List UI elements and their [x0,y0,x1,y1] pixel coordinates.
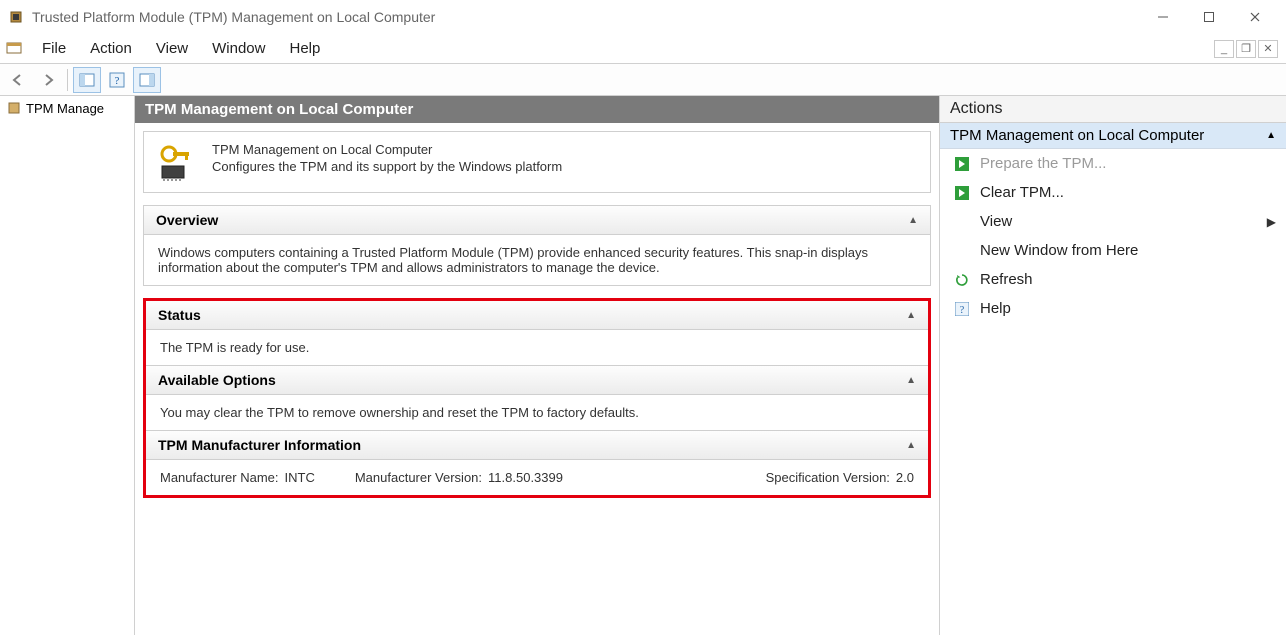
menu-window[interactable]: Window [200,36,277,61]
overview-section: Overview ▲ Windows computers containing … [143,205,931,286]
show-hide-tree-button[interactable] [73,67,101,93]
tree-root-node[interactable]: TPM Manage [0,98,134,118]
toolbar: ? [0,64,1286,96]
back-button[interactable] [4,67,32,93]
arrow-right-green-icon [954,156,970,172]
tpm-node-icon [6,100,22,116]
mdi-restore-button[interactable]: ❐ [1236,40,1256,58]
actions-pane: Actions TPM Management on Local Computer… [940,96,1286,635]
mdi-close-button[interactable]: ✕ [1258,40,1278,58]
menu-bar: File Action View Window Help _ ❐ ✕ [0,34,1286,64]
actions-title: Actions [940,96,1286,123]
highlighted-sections: Status ▲ The TPM is ready for use. Avail… [143,298,931,498]
specification-version-value: 2.0 [896,470,914,485]
action-prepare-tpm: Prepare the TPM... [940,149,1286,178]
manufacturer-name-value: INTC [285,470,315,485]
mdi-minimize-button[interactable]: _ [1214,40,1234,58]
tree-root-label: TPM Manage [26,101,104,116]
intro-subtitle: Configures the TPM and its support by th… [212,159,562,174]
overview-header[interactable]: Overview ▲ [144,206,930,235]
key-chip-icon [156,142,196,182]
action-label: View [980,213,1012,230]
manufacturer-heading: TPM Manufacturer Information [158,437,361,453]
blank-icon [954,214,970,230]
svg-text:?: ? [115,75,120,87]
manufacturer-name-label: Manufacturer Name: [160,470,279,485]
menu-help[interactable]: Help [277,36,332,61]
action-help[interactable]: ? Help [940,294,1286,323]
forward-button[interactable] [34,67,62,93]
action-view[interactable]: View ▶ [940,207,1286,236]
svg-text:?: ? [960,305,965,316]
menu-action[interactable]: Action [78,36,144,61]
collapse-icon: ▲ [906,375,916,386]
menu-file[interactable]: File [30,36,78,61]
action-label: Prepare the TPM... [980,155,1106,172]
collapse-icon: ▲ [906,440,916,451]
result-pane: TPM Management on Local Computer [135,96,940,635]
collapse-icon: ▲ [906,310,916,321]
result-header: TPM Management on Local Computer [135,96,939,123]
action-label: Help [980,300,1011,317]
available-options-header[interactable]: Available Options ▲ [146,366,928,395]
help-icon: ? [954,301,970,317]
minimize-button[interactable] [1140,2,1186,32]
manufacturer-section: TPM Manufacturer Information ▲ Manufactu… [146,431,928,495]
window-title: Trusted Platform Module (TPM) Management… [32,9,435,25]
help-button[interactable]: ? [103,67,131,93]
blank-icon [954,243,970,259]
console-tree-pane: TPM Manage [0,96,135,635]
specification-version-label: Specification Version: [766,470,890,485]
show-hide-action-pane-button[interactable] [133,67,161,93]
manufacturer-version-label: Manufacturer Version: [355,470,482,485]
tpm-chip-icon [8,9,24,25]
title-bar: Trusted Platform Module (TPM) Management… [0,0,1286,34]
submenu-arrow-icon: ▶ [1267,215,1276,229]
action-label: Clear TPM... [980,184,1064,201]
actions-context-label: TPM Management on Local Computer [950,127,1204,144]
mmc-console-icon [4,39,24,59]
available-options-heading: Available Options [158,372,276,388]
arrow-right-green-icon [954,185,970,201]
actions-context-header[interactable]: TPM Management on Local Computer ▲ [940,123,1286,149]
menu-view[interactable]: View [144,36,200,61]
status-section: Status ▲ The TPM is ready for use. [146,301,928,366]
intro-title: TPM Management on Local Computer [212,142,562,157]
available-options-body: You may clear the TPM to remove ownershi… [146,395,928,430]
action-refresh[interactable]: Refresh [940,265,1286,294]
overview-body: Windows computers containing a Trusted P… [144,235,930,285]
overview-heading: Overview [156,212,218,228]
available-options-section: Available Options ▲ You may clear the TP… [146,366,928,431]
action-new-window[interactable]: New Window from Here [940,236,1286,265]
status-header[interactable]: Status ▲ [146,301,928,330]
collapse-icon: ▲ [908,215,918,226]
status-body: The TPM is ready for use. [146,330,928,365]
toolbar-separator [67,69,68,91]
action-clear-tpm[interactable]: Clear TPM... [940,178,1286,207]
maximize-button[interactable] [1186,2,1232,32]
intro-box: TPM Management on Local Computer Configu… [143,131,931,193]
collapse-icon: ▲ [1266,130,1276,141]
close-button[interactable] [1232,2,1278,32]
manufacturer-header[interactable]: TPM Manufacturer Information ▲ [146,431,928,460]
manufacturer-info-row: Manufacturer Name: INTC Manufacturer Ver… [160,470,914,485]
refresh-icon [954,272,970,288]
action-label: New Window from Here [980,242,1138,259]
action-label: Refresh [980,271,1033,288]
manufacturer-version-value: 11.8.50.3399 [488,470,563,485]
status-heading: Status [158,307,201,323]
